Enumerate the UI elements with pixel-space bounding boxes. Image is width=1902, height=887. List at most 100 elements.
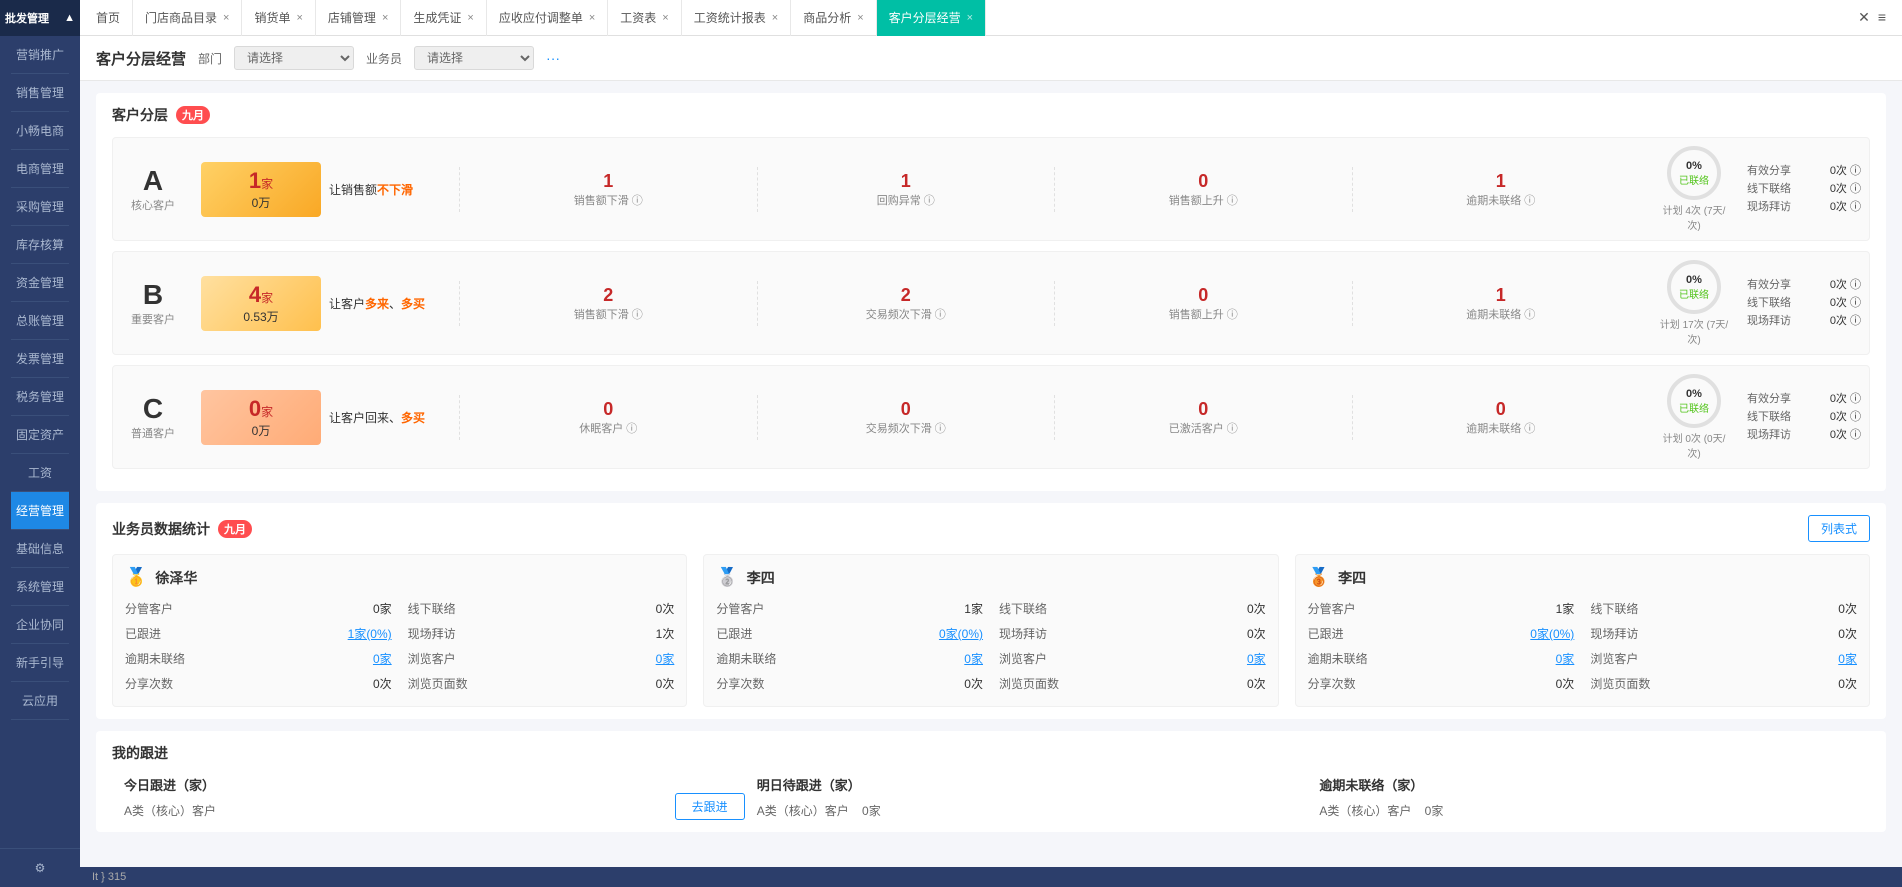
staff-row: 分享次数0次 — [1308, 673, 1575, 694]
staff-select[interactable]: 请选择 — [414, 46, 534, 70]
tier-name: 核心客户 — [113, 197, 193, 213]
metric-item[interactable]: 2交易频次下滑 ⓘ — [757, 281, 1055, 326]
more-tabs-icon[interactable]: ≡ — [1878, 9, 1886, 26]
tier-unit: 家 — [261, 289, 273, 306]
staff-row-val[interactable]: 0家 — [656, 650, 675, 667]
staff-row: 逾期未联络0家 — [125, 648, 392, 669]
metric-label: 逾期未联络 ⓘ — [1353, 306, 1650, 322]
tier-name: 普通客户 — [113, 425, 193, 441]
tab-close-icon[interactable]: × — [296, 12, 302, 24]
staff-row-val[interactable]: 1家(0%) — [348, 625, 392, 642]
close-tab-icon[interactable]: ✕ — [1858, 9, 1870, 26]
staff-row-val[interactable]: 0家 — [964, 650, 983, 667]
tier-label-C: C普通客户 — [113, 393, 193, 441]
tab-close-icon[interactable]: × — [857, 12, 863, 24]
sidebar-item-税务管理[interactable]: 税务管理 — [11, 378, 69, 416]
cp-label: 已联络 — [1679, 172, 1709, 187]
metric-item[interactable]: 0销售额上升 ⓘ — [1054, 167, 1352, 212]
tab-门店商品目录[interactable]: 门店商品目录× — [133, 0, 242, 36]
metric-item[interactable]: 1回购异常 ⓘ — [757, 167, 1055, 212]
dept-label: 部门 — [198, 50, 222, 67]
sidebar-item-库存核算[interactable]: 库存核算 — [11, 226, 69, 264]
tab-actions: ✕ ≡ — [1850, 9, 1894, 26]
staff-row-val: 1次 — [656, 625, 675, 642]
sidebar-item-基础信息[interactable]: 基础信息 — [11, 530, 69, 568]
sidebar-item-资金管理[interactable]: 资金管理 — [11, 264, 69, 302]
tab-店铺管理[interactable]: 店铺管理× — [316, 0, 401, 36]
today-follow-col: 今日跟进（家） A类（核心）客户 — [112, 775, 675, 819]
sidebar-item-工资[interactable]: 工资 — [11, 454, 69, 492]
metric-label: 销售额下滑 ⓘ — [460, 306, 757, 322]
sidebar: 批发管理 ▲ 营销推广销售管理小畅电商电商管理采购管理库存核算资金管理总账管理发… — [0, 0, 80, 887]
metric-item[interactable]: 2销售额下滑 ⓘ — [459, 281, 757, 326]
staff-row-val: 0次 — [1838, 625, 1857, 642]
staff-row-val[interactable]: 0家(0%) — [939, 625, 983, 642]
sidebar-item-总账管理[interactable]: 总账管理 — [11, 302, 69, 340]
metric-item[interactable]: 1逾期未联络 ⓘ — [1352, 281, 1650, 326]
tab-close-icon[interactable]: × — [467, 12, 473, 24]
tier-suggestion: 让销售额不下滑 — [329, 181, 459, 198]
tab-工资表[interactable]: 工资表× — [608, 0, 681, 36]
metric-item[interactable]: 1销售额下滑 ⓘ — [459, 167, 757, 212]
metric-item[interactable]: 0已激活客户 ⓘ — [1054, 395, 1352, 440]
sidebar-item-发票管理[interactable]: 发票管理 — [11, 340, 69, 378]
sidebar-item-固定资产[interactable]: 固定资产 — [11, 416, 69, 454]
staff-row-label: 分管客户 — [125, 600, 173, 617]
sidebar-expand-icon[interactable]: ▲ — [64, 12, 75, 24]
tab-生成凭证[interactable]: 生成凭证× — [401, 0, 486, 36]
tab-close-icon[interactable]: × — [223, 12, 229, 24]
side-stat-val: 0次 ⓘ — [1830, 408, 1861, 424]
sidebar-item-电商管理[interactable]: 电商管理 — [11, 150, 69, 188]
settings-icon[interactable]: ⚙ — [0, 848, 80, 887]
tab-客户分层经营[interactable]: 客户分层经营× — [877, 0, 986, 36]
sidebar-item-采购管理[interactable]: 采购管理 — [11, 188, 69, 226]
staff-row-label: 分享次数 — [1308, 675, 1356, 692]
sidebar-item-经营管理[interactable]: 经营管理 — [11, 492, 69, 530]
staff-row-val[interactable]: 0家 — [373, 650, 392, 667]
metric-num: 1 — [1353, 171, 1650, 192]
staff-row-label: 分管客户 — [1308, 600, 1356, 617]
sidebar-item-系统管理[interactable]: 系统管理 — [11, 568, 69, 606]
staff-row-val[interactable]: 0家 — [1247, 650, 1266, 667]
tier-progress: 0%已联络计划 17次 (7天/次) — [1649, 260, 1739, 346]
staff-row-val[interactable]: 0家 — [1838, 650, 1857, 667]
tab-销货单[interactable]: 销货单× — [242, 0, 315, 36]
tab-商品分析[interactable]: 商品分析× — [791, 0, 876, 36]
tab-close-icon[interactable]: × — [589, 12, 595, 24]
tab-close-icon[interactable]: × — [662, 12, 668, 24]
tab-工资统计报表[interactable]: 工资统计报表× — [682, 0, 791, 36]
staff-row: 逾期未联络0家 — [716, 648, 983, 669]
tier-count: 0 — [249, 396, 261, 422]
sidebar-item-企业协同[interactable]: 企业协同 — [11, 606, 69, 644]
staff-name: 徐泽华 — [155, 568, 197, 588]
sidebar-item-新手引导[interactable]: 新手引导 — [11, 644, 69, 682]
sidebar-item-营销推广[interactable]: 营销推广 — [11, 36, 69, 74]
metric-item[interactable]: 1逾期未联络 ⓘ — [1352, 167, 1650, 212]
staff-row-label: 分享次数 — [716, 675, 764, 692]
dept-select[interactable]: 请选择 — [234, 46, 354, 70]
go-follow-button[interactable]: 去跟进 — [675, 793, 745, 820]
side-stat-line: 有效分享0次 ⓘ — [1747, 390, 1861, 406]
staff-row-label: 已跟进 — [125, 625, 161, 642]
tab-close-icon[interactable]: × — [382, 12, 388, 24]
tab-首页[interactable]: 首页 — [88, 0, 133, 36]
tab-应收应付调整单[interactable]: 应收应付调整单× — [487, 0, 608, 36]
more-filter-icon[interactable]: ··· — [546, 50, 560, 66]
metric-label: 交易频次下滑 ⓘ — [758, 306, 1055, 322]
metric-item[interactable]: 0销售额上升 ⓘ — [1054, 281, 1352, 326]
metric-item[interactable]: 0休眠客户 ⓘ — [459, 395, 757, 440]
staff-row-val[interactable]: 0家(0%) — [1530, 625, 1574, 642]
list-view-button[interactable]: 列表式 — [1808, 515, 1870, 542]
tab-close-icon[interactable]: × — [967, 12, 973, 24]
side-stat-line: 现场拜访0次 ⓘ — [1747, 198, 1861, 214]
metric-item[interactable]: 0逾期未联络 ⓘ — [1352, 395, 1650, 440]
staff-row-val[interactable]: 0家 — [1556, 650, 1575, 667]
sidebar-item-销售管理[interactable]: 销售管理 — [11, 74, 69, 112]
metric-item[interactable]: 0交易频次下滑 ⓘ — [757, 395, 1055, 440]
side-stat-line: 现场拜访0次 ⓘ — [1747, 426, 1861, 442]
tab-close-icon[interactable]: × — [772, 12, 778, 24]
staff-row-label: 线下联络 — [1590, 600, 1638, 617]
sidebar-item-云应用[interactable]: 云应用 — [11, 682, 69, 720]
metric-label: 逾期未联络 ⓘ — [1353, 420, 1650, 436]
sidebar-item-小畅电商[interactable]: 小畅电商 — [11, 112, 69, 150]
